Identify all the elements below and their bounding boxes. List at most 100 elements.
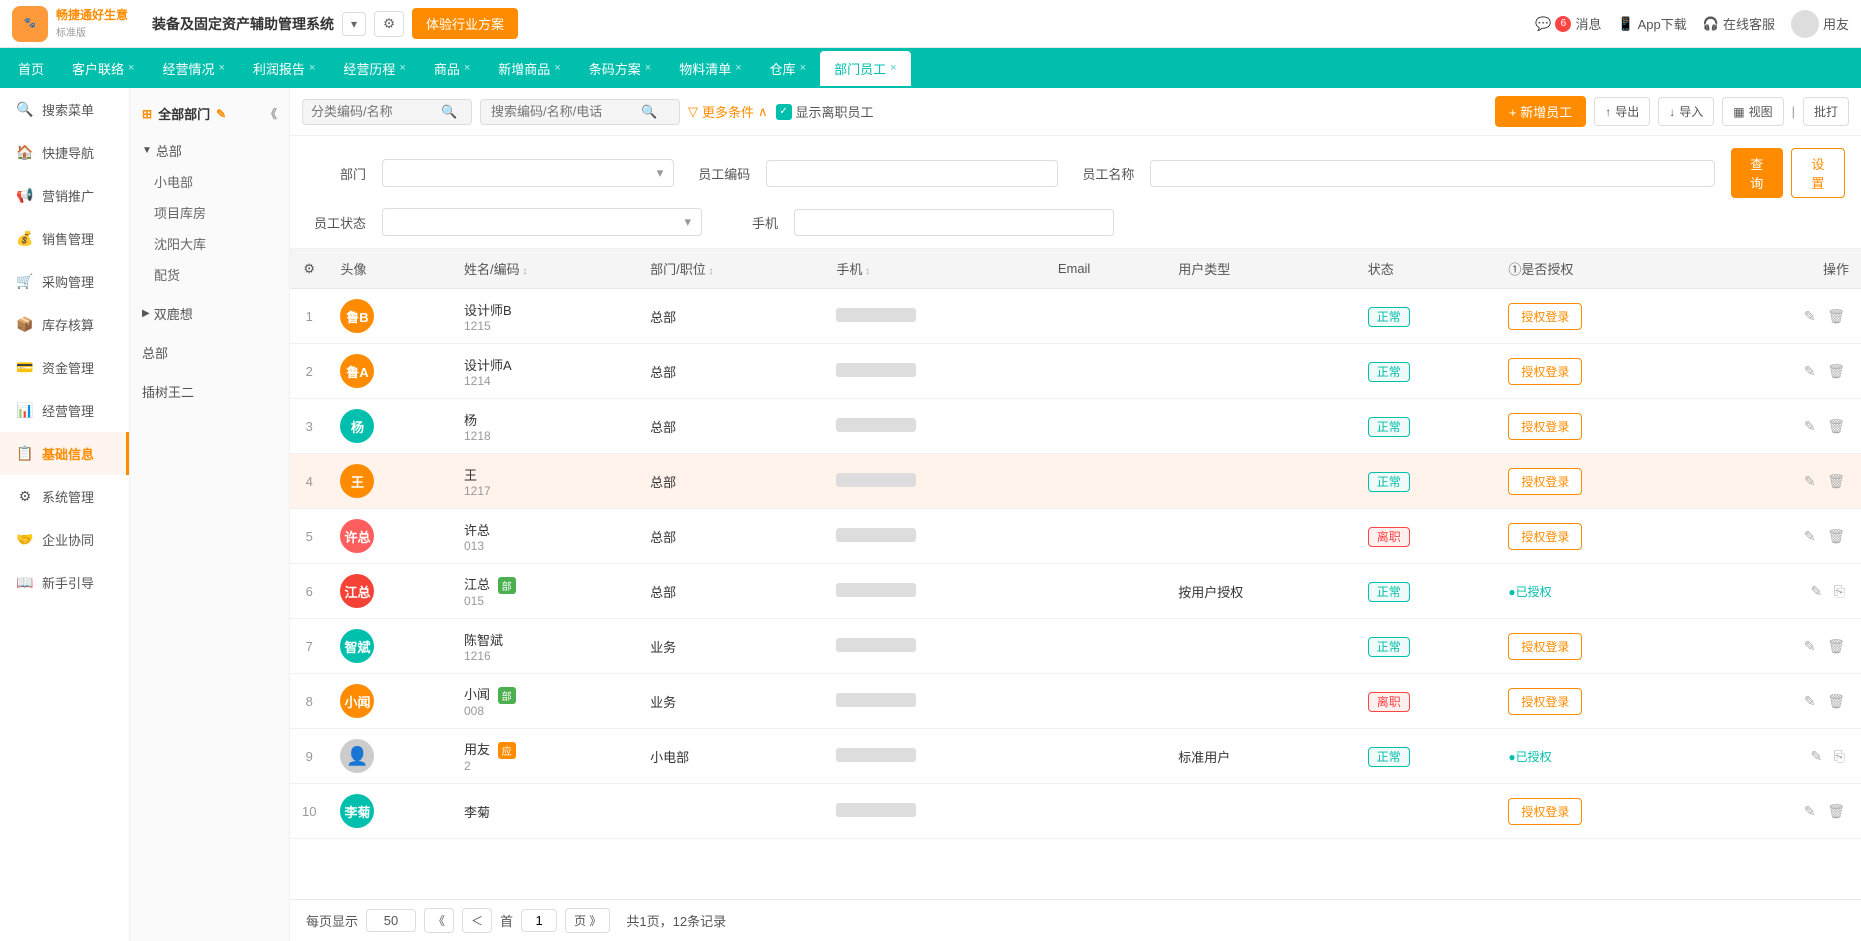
th-dept-position[interactable]: 部门/职位 bbox=[638, 249, 824, 289]
employee-name[interactable]: 陈智斌 bbox=[464, 630, 626, 649]
employee-name[interactable]: 江总 部 bbox=[464, 574, 626, 594]
edit-button[interactable]: ✎ bbox=[1806, 581, 1826, 602]
delete-button[interactable]: 🗑 bbox=[1823, 416, 1849, 437]
nav-close-profit[interactable]: × bbox=[309, 62, 315, 74]
delete-button[interactable]: 🗑 bbox=[1823, 801, 1849, 822]
sec-group-headquarter-header[interactable]: ▼ 总部 bbox=[130, 135, 289, 166]
nav-close-barcode[interactable]: × bbox=[645, 62, 651, 74]
sec-group-chashuwang-header[interactable]: 插树王二 bbox=[130, 376, 289, 407]
edit-button[interactable]: ✎ bbox=[1800, 361, 1820, 382]
nav-barcode[interactable]: 条码方案 × bbox=[575, 51, 665, 86]
emp-code-input[interactable] bbox=[766, 160, 1058, 187]
collapse-button[interactable]: 《 bbox=[265, 105, 277, 122]
prev-page-button[interactable]: ＜ bbox=[462, 908, 492, 933]
nav-close-employees[interactable]: × bbox=[890, 62, 896, 74]
nav-close-add-goods[interactable]: × bbox=[554, 62, 560, 74]
nav-close-business[interactable]: × bbox=[218, 62, 224, 74]
sec-group-shuanglu-header[interactable]: ▶ 双鹿想 bbox=[130, 298, 289, 329]
import-button[interactable]: ↓ 导入 bbox=[1658, 97, 1714, 126]
nav-profit[interactable]: 利润报告 × bbox=[239, 51, 329, 86]
gear-button[interactable]: ⚙ bbox=[374, 11, 404, 37]
sidebar-item-purchase[interactable]: 🛒 采购管理 bbox=[0, 260, 129, 303]
sidebar-item-operation[interactable]: 📊 经营管理 bbox=[0, 389, 129, 432]
sec-item-distribution[interactable]: 配货 bbox=[130, 259, 289, 290]
phone-input[interactable] bbox=[794, 209, 1114, 236]
employee-name[interactable]: 设计师B bbox=[464, 300, 626, 319]
sidebar-item-quicknav[interactable]: 🏠 快捷导航 bbox=[0, 131, 129, 174]
delete-button[interactable]: 🗑 bbox=[1823, 361, 1849, 382]
employee-name[interactable]: 李菊 bbox=[464, 802, 626, 821]
sec-item-xiaodian[interactable]: 小电部 bbox=[130, 166, 289, 197]
delete-button[interactable]: 🗑 bbox=[1823, 306, 1849, 327]
next-page-button[interactable]: 页 》 bbox=[565, 908, 610, 933]
emp-status-select[interactable]: ▾ bbox=[382, 208, 702, 236]
edit-button[interactable]: ✎ bbox=[1806, 746, 1826, 767]
edit-button[interactable]: ✎ bbox=[1800, 691, 1820, 712]
sidebar-item-inventory[interactable]: 📦 库存核算 bbox=[0, 303, 129, 346]
edit-button[interactable]: ✎ bbox=[1800, 636, 1820, 657]
employee-search-input[interactable] bbox=[491, 104, 641, 119]
nav-bom[interactable]: 物料清单 × bbox=[665, 51, 755, 86]
query-button[interactable]: 查询 bbox=[1731, 148, 1783, 198]
message-item[interactable]: 💬 6 消息 bbox=[1535, 14, 1601, 33]
first-page-button[interactable]: 《 bbox=[424, 908, 454, 933]
edit-button[interactable]: ✎ bbox=[1800, 526, 1820, 547]
more-filter-btn[interactable]: ▽ 更多条件 ∧ bbox=[688, 102, 768, 121]
sidebar-item-collab[interactable]: 🤝 企业协同 bbox=[0, 518, 129, 561]
print-button[interactable]: 批打 bbox=[1803, 97, 1849, 126]
nav-customer[interactable]: 客户联络 × bbox=[58, 51, 148, 86]
page-number-input[interactable] bbox=[521, 909, 557, 932]
sec-group-zongbu-header[interactable]: 总部 bbox=[130, 337, 289, 368]
nav-business[interactable]: 经营情况 × bbox=[148, 51, 238, 86]
delete-button[interactable]: 🗑 bbox=[1823, 526, 1849, 547]
nav-goods[interactable]: 商品 × bbox=[420, 51, 484, 86]
dept-search-box[interactable]: 🔍 bbox=[302, 99, 472, 125]
system-dropdown-btn[interactable]: ▾ bbox=[342, 12, 366, 36]
employee-search-box[interactable]: 🔍 bbox=[480, 99, 680, 125]
employee-name[interactable]: 小闻 部 bbox=[464, 684, 626, 704]
set-button[interactable]: 设置 bbox=[1791, 148, 1845, 198]
copy-button[interactable]: ⎘ bbox=[1830, 581, 1849, 602]
emp-name-input[interactable] bbox=[1150, 160, 1714, 187]
employee-name[interactable]: 用友 应 bbox=[464, 739, 626, 759]
nav-close-history[interactable]: × bbox=[399, 62, 405, 74]
employee-name[interactable]: 王 bbox=[464, 465, 626, 484]
online-service-item[interactable]: 🎧 在线客服 bbox=[1703, 14, 1775, 33]
sec-item-shenyang[interactable]: 沈阳大库 bbox=[130, 228, 289, 259]
sidebar-item-search[interactable]: 🔍 搜索菜单 bbox=[0, 88, 129, 131]
auth-button[interactable]: 授权登录 bbox=[1508, 358, 1582, 385]
user-item[interactable]: 用友 bbox=[1791, 10, 1849, 38]
app-download-item[interactable]: 📱 App下载 bbox=[1617, 14, 1686, 33]
all-departments-label[interactable]: 全部部门 bbox=[158, 104, 210, 123]
add-employee-button[interactable]: + 新增员工 bbox=[1495, 96, 1586, 127]
copy-button[interactable]: ⎘ bbox=[1830, 746, 1849, 767]
th-settings[interactable]: ⚙ bbox=[290, 249, 328, 289]
nav-close-customer[interactable]: × bbox=[128, 62, 134, 74]
nav-employees[interactable]: 部门员工 × bbox=[820, 51, 910, 86]
export-button[interactable]: ↑ 导出 bbox=[1594, 97, 1650, 126]
view-button[interactable]: ▦ 视图 bbox=[1722, 97, 1783, 126]
sidebar-item-system[interactable]: ⚙ 系统管理 bbox=[0, 475, 129, 518]
nav-history[interactable]: 经营历程 × bbox=[329, 51, 419, 86]
page-size-value[interactable]: 50 bbox=[366, 909, 416, 932]
auth-button[interactable]: 授权登录 bbox=[1508, 688, 1582, 715]
edit-button[interactable]: ✎ bbox=[1800, 306, 1820, 327]
sidebar-item-sales[interactable]: 💰 销售管理 bbox=[0, 217, 129, 260]
delete-button[interactable]: 🗑 bbox=[1823, 636, 1849, 657]
edit-button[interactable]: ✎ bbox=[1800, 801, 1820, 822]
delete-button[interactable]: 🗑 bbox=[1823, 691, 1849, 712]
sidebar-item-finance[interactable]: 💳 资金管理 bbox=[0, 346, 129, 389]
auth-button[interactable]: 授权登录 bbox=[1508, 468, 1582, 495]
auth-button[interactable]: 授权登录 bbox=[1508, 413, 1582, 440]
nav-close-bom[interactable]: × bbox=[735, 62, 741, 74]
nav-close-warehouse[interactable]: × bbox=[800, 62, 806, 74]
delete-button[interactable]: 🗑 bbox=[1823, 471, 1849, 492]
auth-button[interactable]: 授权登录 bbox=[1508, 523, 1582, 550]
th-name-code[interactable]: 姓名/编码 bbox=[452, 249, 638, 289]
sidebar-item-guide[interactable]: 📖 新手引导 bbox=[0, 561, 129, 604]
edit-dept-icon[interactable]: ✎ bbox=[216, 107, 226, 121]
sidebar-item-basic[interactable]: 📋 基础信息 bbox=[0, 432, 129, 475]
edit-button[interactable]: ✎ bbox=[1800, 416, 1820, 437]
auth-button[interactable]: 授权登录 bbox=[1508, 633, 1582, 660]
edit-button[interactable]: ✎ bbox=[1800, 471, 1820, 492]
